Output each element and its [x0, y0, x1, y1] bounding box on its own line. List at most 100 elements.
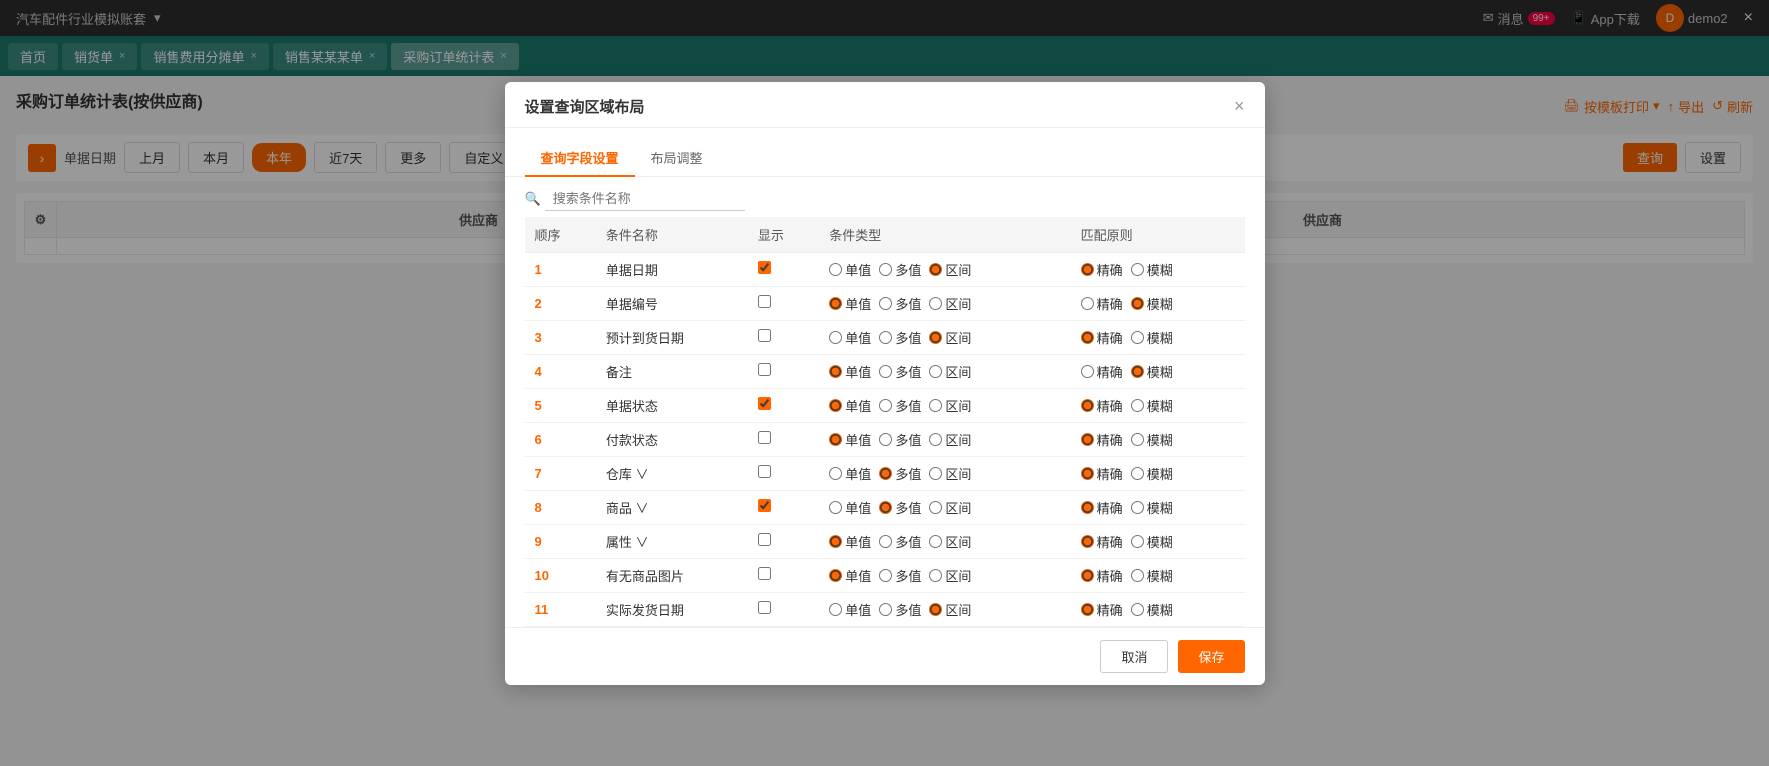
- display-checkbox[interactable]: [758, 465, 771, 478]
- search-input[interactable]: [545, 187, 745, 211]
- type-radio-多值[interactable]: [879, 569, 892, 582]
- row-order: 5: [535, 398, 542, 413]
- match-radio-模糊[interactable]: [1131, 399, 1144, 412]
- tab-query-fields[interactable]: 查询字段设置: [525, 140, 635, 177]
- type-radio-单值[interactable]: [829, 331, 842, 344]
- type-radio-单值[interactable]: [829, 535, 842, 548]
- match-radio-模糊[interactable]: [1131, 433, 1144, 446]
- row-name: 属性 ∨: [596, 524, 748, 558]
- display-checkbox[interactable]: [758, 533, 771, 546]
- table-row: 6付款状态单值多值区间精确模糊: [525, 422, 1245, 456]
- table-row: 2单据编号单值多值区间精确模糊: [525, 286, 1245, 320]
- table-row: 5单据状态单值多值区间精确模糊: [525, 388, 1245, 422]
- match-radio-模糊[interactable]: [1131, 501, 1144, 514]
- match-radio-模糊[interactable]: [1131, 535, 1144, 548]
- match-radio-精确[interactable]: [1081, 399, 1094, 412]
- type-radio-多值[interactable]: [879, 263, 892, 276]
- match-radio-精确[interactable]: [1081, 501, 1094, 514]
- type-radio-区间[interactable]: [929, 263, 942, 276]
- row-name: 实际发货日期: [596, 592, 748, 626]
- th-type: 条件类型: [819, 217, 1070, 253]
- match-radio-精确[interactable]: [1081, 569, 1094, 582]
- display-checkbox[interactable]: [758, 397, 771, 410]
- type-radio-区间[interactable]: [929, 501, 942, 514]
- type-radio-多值[interactable]: [879, 603, 892, 616]
- match-radio-模糊[interactable]: [1131, 263, 1144, 276]
- match-radio-精确[interactable]: [1081, 297, 1094, 310]
- modal-dialog: 设置查询区域布局 × 查询字段设置 布局调整 🔍 顺序 条件名称 显示 条件类型: [505, 82, 1265, 685]
- row-order: 1: [535, 262, 542, 277]
- type-radio-多值[interactable]: [879, 501, 892, 514]
- modal-overlay: 设置查询区域布局 × 查询字段设置 布局调整 🔍 顺序 条件名称 显示 条件类型: [0, 0, 1769, 766]
- row-name: 单据日期: [596, 252, 748, 286]
- table-row: 1单据日期单值多值区间精确模糊: [525, 252, 1245, 286]
- display-checkbox[interactable]: [758, 295, 771, 308]
- match-radio-精确[interactable]: [1081, 365, 1094, 378]
- type-radio-单值[interactable]: [829, 467, 842, 480]
- type-radio-单值[interactable]: [829, 501, 842, 514]
- table-row: 3预计到货日期单值多值区间精确模糊: [525, 320, 1245, 354]
- type-radio-区间[interactable]: [929, 467, 942, 480]
- row-name: 商品 ∨: [596, 490, 748, 524]
- type-radio-单值[interactable]: [829, 603, 842, 616]
- row-name: 预计到货日期: [596, 320, 748, 354]
- type-radio-多值[interactable]: [879, 467, 892, 480]
- display-checkbox[interactable]: [758, 329, 771, 342]
- type-radio-区间[interactable]: [929, 331, 942, 344]
- match-radio-精确[interactable]: [1081, 467, 1094, 480]
- match-radio-模糊[interactable]: [1131, 365, 1144, 378]
- match-radio-精确[interactable]: [1081, 331, 1094, 344]
- modal-table: 顺序 条件名称 显示 条件类型 匹配原则 1单据日期单值多值区间精确模糊2单据编…: [525, 217, 1245, 627]
- display-checkbox[interactable]: [758, 567, 771, 580]
- match-radio-精确[interactable]: [1081, 433, 1094, 446]
- type-radio-多值[interactable]: [879, 433, 892, 446]
- type-radio-单值[interactable]: [829, 433, 842, 446]
- modal-table-wrap: 顺序 条件名称 显示 条件类型 匹配原则 1单据日期单值多值区间精确模糊2单据编…: [505, 217, 1265, 627]
- save-btn[interactable]: 保存: [1178, 640, 1244, 673]
- row-order: 2: [535, 296, 542, 311]
- type-radio-单值[interactable]: [829, 297, 842, 310]
- match-radio-模糊[interactable]: [1131, 297, 1144, 310]
- type-radio-单值[interactable]: [829, 399, 842, 412]
- modal-close-btn[interactable]: ×: [1234, 96, 1245, 117]
- type-radio-单值[interactable]: [829, 569, 842, 582]
- type-radio-多值[interactable]: [879, 535, 892, 548]
- type-radio-多值[interactable]: [879, 297, 892, 310]
- type-radio-区间[interactable]: [929, 399, 942, 412]
- match-radio-模糊[interactable]: [1131, 569, 1144, 582]
- match-radio-精确[interactable]: [1081, 535, 1094, 548]
- display-checkbox[interactable]: [758, 261, 771, 274]
- display-checkbox[interactable]: [758, 363, 771, 376]
- type-radio-多值[interactable]: [879, 331, 892, 344]
- type-radio-单值[interactable]: [829, 365, 842, 378]
- row-order: 4: [535, 364, 542, 379]
- modal-search-area: 🔍: [505, 177, 1265, 217]
- row-name: 单据编号: [596, 286, 748, 320]
- modal-header: 设置查询区域布局 ×: [505, 82, 1265, 128]
- type-radio-区间[interactable]: [929, 603, 942, 616]
- type-radio-多值[interactable]: [879, 399, 892, 412]
- row-order: 10: [535, 568, 549, 583]
- display-checkbox[interactable]: [758, 601, 771, 614]
- match-radio-模糊[interactable]: [1131, 603, 1144, 616]
- table-row: 11实际发货日期单值多值区间精确模糊: [525, 592, 1245, 626]
- type-radio-区间[interactable]: [929, 297, 942, 310]
- modal-title: 设置查询区域布局: [525, 96, 645, 117]
- display-checkbox[interactable]: [758, 431, 771, 444]
- match-radio-模糊[interactable]: [1131, 467, 1144, 480]
- match-radio-模糊[interactable]: [1131, 331, 1144, 344]
- match-radio-精确[interactable]: [1081, 263, 1094, 276]
- type-radio-区间[interactable]: [929, 433, 942, 446]
- type-radio-区间[interactable]: [929, 535, 942, 548]
- display-checkbox[interactable]: [758, 499, 771, 512]
- match-radio-精确[interactable]: [1081, 603, 1094, 616]
- type-radio-单值[interactable]: [829, 263, 842, 276]
- type-radio-多值[interactable]: [879, 365, 892, 378]
- cancel-btn[interactable]: 取消: [1100, 640, 1168, 673]
- row-order: 11: [535, 602, 549, 617]
- type-radio-区间[interactable]: [929, 365, 942, 378]
- type-radio-区间[interactable]: [929, 569, 942, 582]
- row-name: 备注: [596, 354, 748, 388]
- tab-layout-adjust[interactable]: 布局调整: [635, 140, 719, 177]
- table-row: 8商品 ∨单值多值区间精确模糊: [525, 490, 1245, 524]
